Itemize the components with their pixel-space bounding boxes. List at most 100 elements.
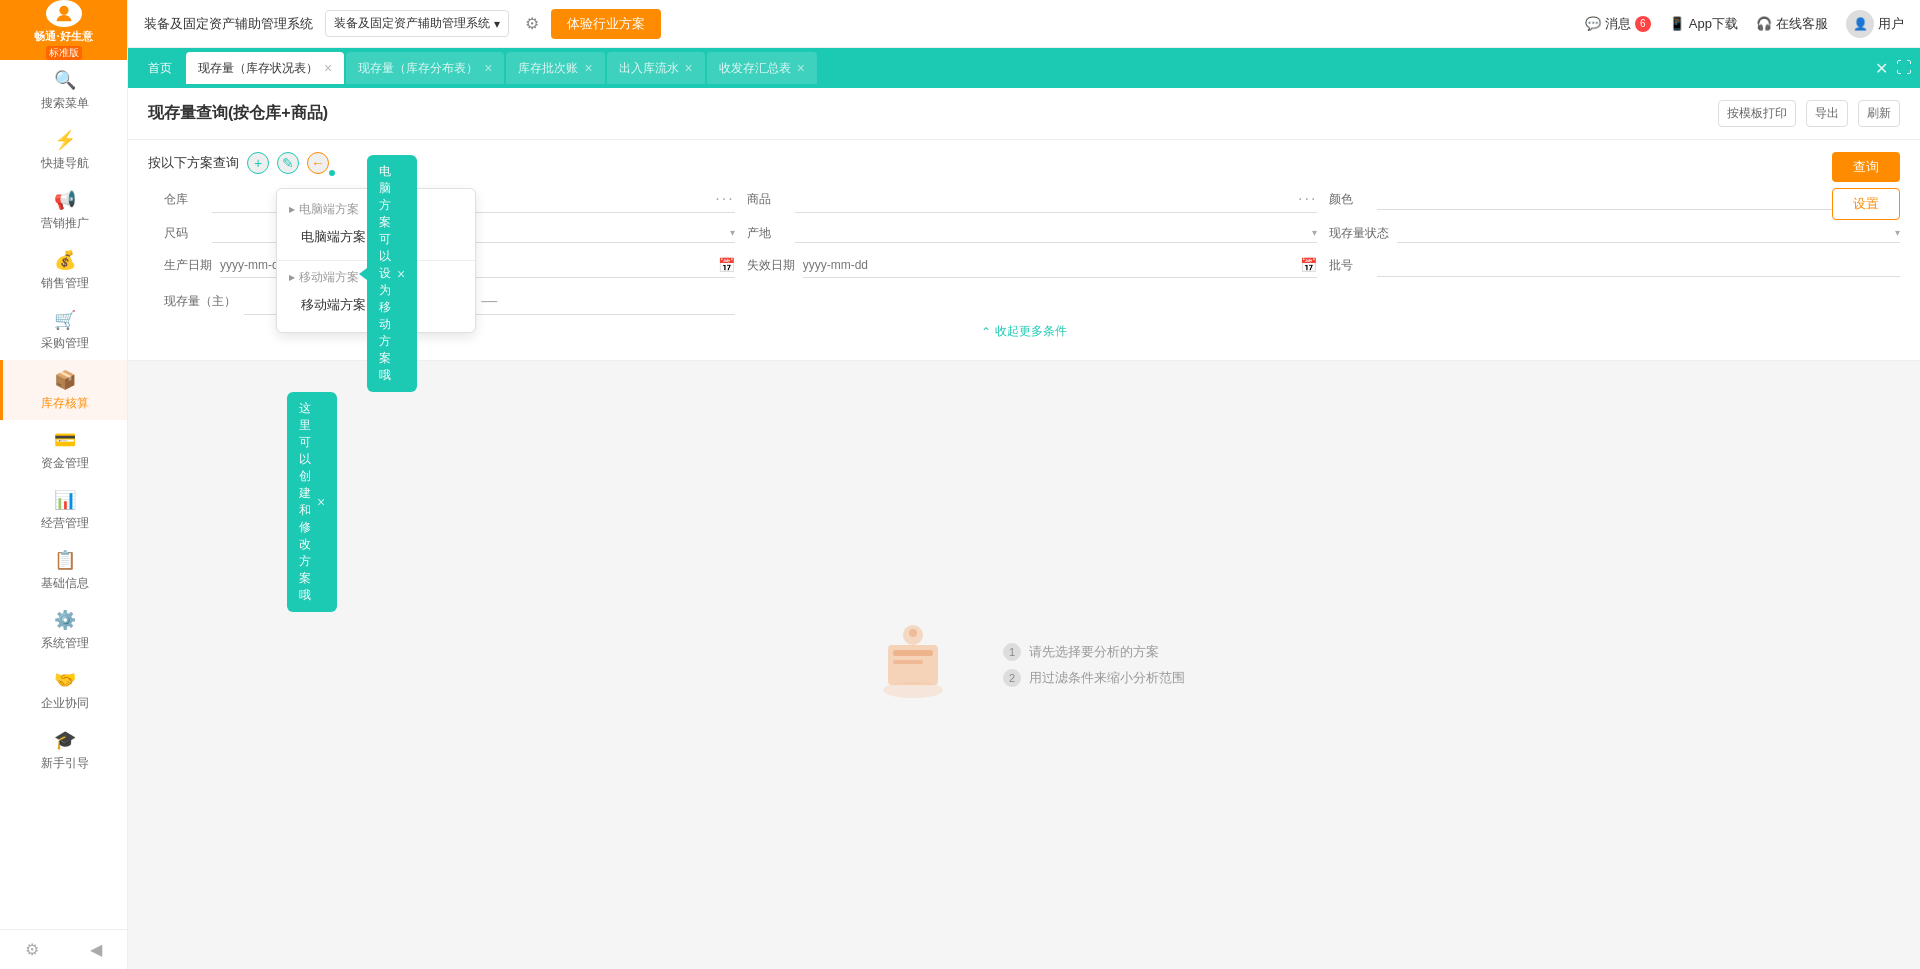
collapse-up-icon: ⌃ bbox=[981, 325, 991, 339]
search-icon: 🔍 bbox=[54, 69, 76, 91]
tab-inventory-dist[interactable]: 现存量（库存分布表）× bbox=[346, 52, 504, 84]
tab-home[interactable]: 首页 bbox=[136, 52, 184, 84]
empty-text: 1 请先选择要分析的方案 2 用过滤条件来缩小分析范围 bbox=[1003, 639, 1185, 691]
tooltip-close-1[interactable]: × bbox=[397, 266, 405, 282]
tooltip-close-2[interactable]: × bbox=[317, 494, 325, 510]
sidebar-item-guide[interactable]: ⚡快捷导航 bbox=[0, 120, 127, 180]
tab-inout-flow[interactable]: 出入库流水× bbox=[607, 52, 705, 84]
app-download-btn[interactable]: 📱 App下载 bbox=[1669, 15, 1738, 33]
back-scheme-btn[interactable]: ← bbox=[307, 152, 329, 174]
collapse-icon[interactable]: ◀ bbox=[90, 940, 102, 959]
sidebar-item-search[interactable]: 🔍搜索菜单 bbox=[0, 60, 127, 120]
page-header: 现存量查询(按仓库+商品) 按模板打印 导出 刷新 bbox=[128, 88, 1920, 140]
tooltip-scheme: 电脑方案可以设为移动方案哦 × bbox=[367, 155, 417, 392]
reset-btn[interactable]: 设置 bbox=[1832, 188, 1900, 220]
calendar-icon-produce[interactable]: 📅 bbox=[718, 257, 735, 273]
enterprise-icon: 🤝 bbox=[54, 669, 76, 691]
export-btn[interactable]: 导出 bbox=[1806, 100, 1848, 127]
expire-date-input[interactable] bbox=[803, 258, 1297, 272]
marketing-icon: 📢 bbox=[54, 189, 76, 211]
stock-qty-to[interactable] bbox=[501, 294, 734, 308]
logo-name: 畅通·好生意 bbox=[34, 29, 92, 44]
tooltip-arrow-left bbox=[359, 268, 367, 280]
calendar-icon-expire[interactable]: 📅 bbox=[1300, 257, 1317, 273]
user-btn[interactable]: 👤 用户 bbox=[1846, 10, 1904, 38]
message-btn[interactable]: 💬 消息 6 bbox=[1585, 15, 1651, 33]
expand-btn[interactable]: ⛶ bbox=[1896, 59, 1912, 77]
edit-scheme-btn[interactable]: ✎ bbox=[277, 152, 299, 174]
empty-icon bbox=[863, 615, 963, 715]
add-scheme-btn[interactable]: + bbox=[247, 152, 269, 174]
sidebar-item-inventory[interactable]: 📦库存核算 bbox=[0, 360, 127, 420]
tab-close-collect-summary[interactable]: × bbox=[797, 61, 805, 75]
avatar: 👤 bbox=[1846, 10, 1874, 38]
inventory-icon: 📦 bbox=[54, 369, 76, 391]
system-icon: ⚙️ bbox=[54, 609, 76, 631]
filter-area: 按以下方案查询 + ✎ ← 电脑方案可以设为移动方案哦 × 电脑端方案 bbox=[128, 140, 1920, 361]
sidebar-nav: 🔍搜索菜单⚡快捷导航📢营销推广💰销售管理🛒采购管理📦库存核算💳资金管理📊经营管理… bbox=[0, 60, 127, 929]
tooltip-create: 这里可以创建和修改方案哦 × bbox=[287, 392, 337, 612]
filter-field-origin: 产地 ▾ bbox=[747, 223, 1318, 243]
logo: 畅通·好生意 标准版 bbox=[0, 0, 127, 60]
main: 装备及固定资产辅助管理系统 装备及固定资产辅助管理系统 ▾ ⚙ 体验行业方案 💬… bbox=[128, 0, 1920, 969]
newbie-icon: 🎓 bbox=[54, 729, 76, 751]
service-icon: 🎧 bbox=[1756, 16, 1772, 31]
topbar-right: 💬 消息 6 📱 App下载 🎧 在线客服 👤 用户 bbox=[1585, 10, 1904, 38]
tab-inventory-status[interactable]: 现存量（库存状况表） × bbox=[186, 52, 344, 84]
filter-field-batch: 批号 bbox=[1329, 254, 1900, 277]
tab-label-inventory-status: 现存量（库存状况表） bbox=[198, 60, 318, 77]
sidebar-bottom: ⚙ ◀ bbox=[0, 929, 127, 969]
tab-actions: ✕ ⛶ bbox=[1875, 59, 1912, 78]
system-select[interactable]: 装备及固定资产辅助管理系统 ▾ bbox=[325, 10, 509, 37]
online-service-btn[interactable]: 🎧 在线客服 bbox=[1756, 15, 1828, 33]
stock-status-select[interactable]: ▾ bbox=[1397, 223, 1900, 243]
empty-state: 1 请先选择要分析的方案 2 用过滤条件来缩小分析范围 bbox=[128, 361, 1920, 969]
content: 现存量查询(按仓库+商品) 按模板打印 导出 刷新 按以下方案查询 + ✎ ← … bbox=[128, 88, 1920, 969]
gear-icon[interactable]: ⚙ bbox=[525, 14, 539, 33]
filter-field-color: 颜色 ▾ bbox=[1329, 190, 1900, 210]
sidebar-item-finance[interactable]: 💳资金管理 bbox=[0, 420, 127, 480]
mobile-icon: 📱 bbox=[1669, 16, 1685, 31]
tab-batch-account[interactable]: 库存批次账× bbox=[506, 52, 604, 84]
color-select[interactable]: ▾ bbox=[1377, 190, 1900, 210]
sidebar-item-system[interactable]: ⚙️系统管理 bbox=[0, 600, 127, 660]
tab-close-inventory-status[interactable]: × bbox=[324, 61, 332, 75]
tab-collect-summary[interactable]: 收发存汇总表× bbox=[707, 52, 817, 84]
tooltip-dot-1 bbox=[327, 168, 337, 178]
sidebar-item-newbie[interactable]: 🎓新手引导 bbox=[0, 720, 127, 780]
dots-icon-warehouse: ··· bbox=[715, 190, 734, 208]
batch-input[interactable] bbox=[1377, 254, 1900, 277]
filter-field-stock-status: 现存量状态 ▾ bbox=[1329, 223, 1900, 243]
sidebar-item-basic[interactable]: 📋基础信息 bbox=[0, 540, 127, 600]
print-template-btn[interactable]: 按模板打印 bbox=[1718, 100, 1796, 127]
chevron-down-icon: ▾ bbox=[494, 17, 500, 31]
tabbar: 首页现存量（库存状况表）×现存量（库存分布表）×库存批次账×出入库流水×收发存汇… bbox=[128, 48, 1920, 88]
sidebar-item-marketing[interactable]: 📢营销推广 bbox=[0, 180, 127, 240]
sidebar-item-operations[interactable]: 📊经营管理 bbox=[0, 480, 127, 540]
goods-select[interactable]: ··· bbox=[795, 186, 1318, 213]
tab-close-inventory-dist[interactable]: × bbox=[484, 61, 492, 75]
svg-point-6 bbox=[909, 629, 917, 637]
query-buttons: 查询 设置 bbox=[1832, 152, 1900, 220]
filter-field-expire-date: 失效日期 📅 bbox=[747, 253, 1318, 278]
trial-btn[interactable]: 体验行业方案 bbox=[551, 9, 661, 39]
basic-icon: 📋 bbox=[54, 549, 76, 571]
finance-icon: 💳 bbox=[54, 429, 76, 451]
tab-close-batch-account[interactable]: × bbox=[584, 61, 592, 75]
message-badge: 6 bbox=[1635, 16, 1651, 32]
expire-date-wrap: 📅 bbox=[803, 253, 1318, 278]
filter-label: 按以下方案查询 bbox=[148, 154, 239, 172]
sidebar-item-purchase[interactable]: 🛒采购管理 bbox=[0, 300, 127, 360]
system-title: 装备及固定资产辅助管理系统 bbox=[144, 15, 313, 33]
close-all-tabs-btn[interactable]: ✕ bbox=[1875, 59, 1888, 78]
dots-icon-goods: ··· bbox=[1298, 190, 1317, 208]
refresh-btn[interactable]: 刷新 bbox=[1858, 100, 1900, 127]
filter-field-goods: 商品 ··· bbox=[747, 186, 1318, 213]
tab-close-inout-flow[interactable]: × bbox=[685, 61, 693, 75]
origin-select[interactable]: ▾ bbox=[795, 223, 1318, 243]
sidebar-item-enterprise[interactable]: 🤝企业协同 bbox=[0, 660, 127, 720]
settings-icon[interactable]: ⚙ bbox=[25, 940, 39, 959]
chevron-down-size: ▾ bbox=[730, 227, 735, 238]
sidebar-item-sales[interactable]: 💰销售管理 bbox=[0, 240, 127, 300]
query-btn[interactable]: 查询 bbox=[1832, 152, 1900, 182]
